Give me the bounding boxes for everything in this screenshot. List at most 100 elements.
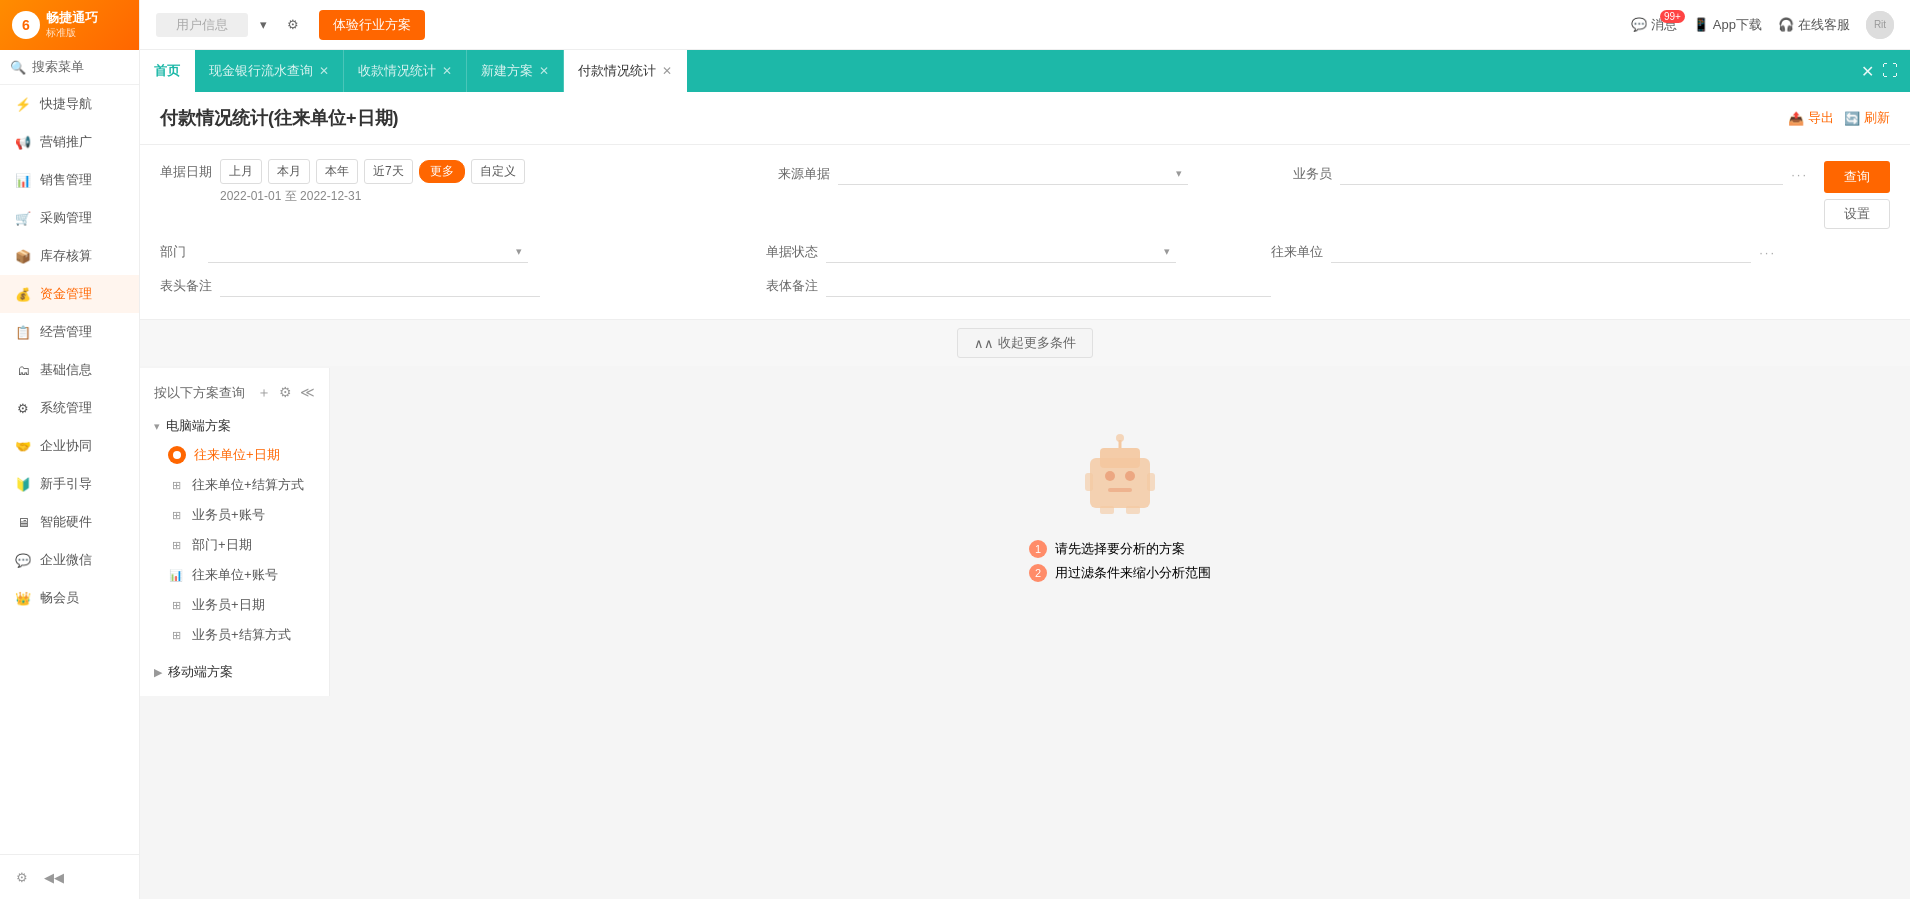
sidebar-item-system[interactable]: ⚙ 系统管理 (0, 389, 139, 427)
tab-new-scheme[interactable]: 新建方案 ✕ (467, 50, 564, 92)
page-header: 付款情况统计(往来单位+日期) 📤 导出 🔄 刷新 (140, 92, 1910, 145)
partner-more-icon[interactable]: ··· (1759, 245, 1776, 260)
scheme-item-staff-payment[interactable]: ⊞ 业务员+结算方式 (140, 620, 329, 650)
sidebar-item-enterprise[interactable]: 🤝 企业协同 (0, 427, 139, 465)
nav-label-wechat: 企业微信 (40, 551, 92, 569)
search-menu[interactable]: 🔍 搜索菜单 (0, 50, 139, 85)
nav-label-guide: 新手引导 (40, 475, 92, 493)
sidebar-item-funds[interactable]: 💰 资金管理 (0, 275, 139, 313)
settings-footer-icon[interactable]: ⚙ (10, 865, 34, 889)
dept-select[interactable]: ▾ (208, 241, 528, 263)
collapse-icon: ∧∧ (974, 336, 994, 351)
scheme-item-partner-payment[interactable]: ⊞ 往来单位+结算方式 (140, 470, 329, 500)
scheme-item-staff-date[interactable]: ⊞ 业务员+日期 (140, 590, 329, 620)
svg-point-4 (1125, 471, 1135, 481)
source-select-arrow: ▾ (1176, 167, 1182, 180)
sales-icon: 📊 (14, 171, 32, 189)
scheme-icon-table3: ⊞ (168, 537, 184, 553)
date-btn-this-month[interactable]: 本月 (268, 159, 310, 184)
svg-rect-10 (1100, 506, 1114, 514)
search-label: 搜索菜单 (32, 58, 84, 76)
staff-more-icon[interactable]: ··· (1791, 167, 1808, 182)
dept-select-arrow: ▾ (516, 245, 522, 258)
add-scheme-icon[interactable]: ＋ (257, 384, 271, 402)
scheme-item-partner-date[interactable]: 往来单位+日期 (140, 440, 329, 470)
sidebar-item-inventory[interactable]: 📦 库存核算 (0, 237, 139, 275)
collapse-label: 收起更多条件 (998, 334, 1076, 352)
topbar-gear-icon[interactable]: ⚙ (279, 11, 307, 39)
partner-input[interactable] (1331, 241, 1751, 263)
scheme-item-staff-account[interactable]: ⊞ 业务员+账号 (140, 500, 329, 530)
status-select-arrow: ▾ (1164, 245, 1170, 258)
tab-pay-stat-close[interactable]: ✕ (662, 64, 672, 78)
main-area: 用户信息 ▾ ⚙ 体验行业方案 💬 消息 99+ 📱 App下载 🎧 在线客服 … (140, 0, 1910, 899)
scheme-icon-table4: ⊞ (168, 597, 184, 613)
left-panel: 按以下方案查询 ＋ ⚙ ≪ ▾ 电脑端方案 (140, 368, 330, 696)
sidebar-item-basics[interactable]: 🗂 基础信息 (0, 351, 139, 389)
date-btn-last-month[interactable]: 上月 (220, 159, 262, 184)
date-btn-custom[interactable]: 自定义 (471, 159, 525, 184)
messages-button[interactable]: 💬 消息 99+ (1631, 16, 1677, 34)
date-btn-this-year[interactable]: 本年 (316, 159, 358, 184)
sidebar-item-purchase[interactable]: 🛒 采购管理 (0, 199, 139, 237)
setting-button[interactable]: 设置 (1824, 199, 1890, 229)
close-tab-icon[interactable]: ✕ (1861, 62, 1874, 81)
user-avatar[interactable]: Rit (1866, 11, 1894, 39)
scheme-label-partner-account: 往来单位+账号 (192, 566, 278, 584)
app-download-button[interactable]: 📱 App下载 (1693, 16, 1762, 34)
status-select[interactable]: ▾ (826, 241, 1176, 263)
sidebar-item-hardware[interactable]: 🖥 智能硬件 (0, 503, 139, 541)
marketing-icon: 📢 (14, 133, 32, 151)
source-select[interactable]: ▾ (838, 163, 1188, 185)
nav-label-marketing: 营销推广 (40, 133, 92, 151)
date-btn-7days[interactable]: 近7天 (364, 159, 413, 184)
scheme-icon-bar: 📊 (168, 567, 184, 583)
scheme-label-staff-payment: 业务员+结算方式 (192, 626, 291, 644)
refresh-button[interactable]: 🔄 刷新 (1844, 109, 1890, 127)
collapse-button[interactable]: ∧∧ 收起更多条件 (957, 328, 1093, 358)
sidebar-item-wechat[interactable]: 💬 企业微信 (0, 541, 139, 579)
body-note-input[interactable] (826, 275, 1271, 297)
export-button[interactable]: 📤 导出 (1788, 109, 1834, 127)
tab-new-scheme-close[interactable]: ✕ (539, 64, 549, 78)
tab-home[interactable]: 首页 (140, 50, 195, 92)
desktop-scheme-header[interactable]: ▾ 电脑端方案 (140, 412, 329, 440)
tab-bank[interactable]: 现金银行流水查询 ✕ (195, 50, 344, 92)
scheme-icon-table1: ⊞ (168, 477, 184, 493)
topbar-dropdown-icon[interactable]: ▾ (260, 17, 267, 32)
empty-illustration (1070, 428, 1170, 528)
scheme-item-dept-date[interactable]: ⊞ 部门+日期 (140, 530, 329, 560)
online-service-button[interactable]: 🎧 在线客服 (1778, 16, 1850, 34)
sidebar-item-guide[interactable]: 🔰 新手引导 (0, 465, 139, 503)
left-panel-header: 按以下方案查询 ＋ ⚙ ≪ (140, 378, 329, 408)
panel-icons: ＋ ⚙ ≪ (257, 384, 315, 402)
mobile-scheme-header[interactable]: ▶ 移动端方案 (140, 658, 329, 686)
nav-label-member: 畅会员 (40, 589, 79, 607)
sidebar-item-quick[interactable]: ⚡ 快捷导航 (0, 85, 139, 123)
search-icon: 🔍 (10, 60, 26, 75)
date-btn-more[interactable]: 更多 (419, 160, 465, 183)
trial-button[interactable]: 体验行业方案 (319, 10, 425, 40)
nav-label-inventory: 库存核算 (40, 247, 92, 265)
tab-payment-stat[interactable]: 收款情况统计 ✕ (344, 50, 467, 92)
date-label: 单据日期 (160, 159, 212, 181)
tab-payment-stat-close[interactable]: ✕ (442, 64, 452, 78)
head-note-input[interactable] (220, 275, 540, 297)
sidebar-item-marketing[interactable]: 📢 营销推广 (0, 123, 139, 161)
staff-input[interactable] (1340, 163, 1783, 185)
sidebar-item-sales[interactable]: 📊 销售管理 (0, 161, 139, 199)
sidebar-item-operations[interactable]: 📋 经营管理 (0, 313, 139, 351)
tab-pay-stat[interactable]: 付款情况统计 ✕ (564, 50, 687, 92)
collapse-sidebar-icon[interactable]: ◀◀ (42, 865, 66, 889)
status-label: 单据状态 (766, 243, 818, 261)
maximize-tab-icon[interactable]: ⛶ (1882, 62, 1898, 80)
edit-scheme-icon[interactable]: ⚙ (279, 384, 292, 402)
collapse-panel-icon[interactable]: ≪ (300, 384, 315, 402)
tab-bank-close[interactable]: ✕ (319, 64, 329, 78)
sidebar-header: 6 畅捷通巧 标准版 (0, 0, 139, 50)
basics-icon: 🗂 (14, 361, 32, 379)
sidebar-item-member[interactable]: 👑 畅会员 (0, 579, 139, 617)
scheme-item-partner-account[interactable]: 📊 往来单位+账号 (140, 560, 329, 590)
app-icon: 📱 (1693, 17, 1709, 32)
query-button[interactable]: 查询 (1824, 161, 1890, 193)
